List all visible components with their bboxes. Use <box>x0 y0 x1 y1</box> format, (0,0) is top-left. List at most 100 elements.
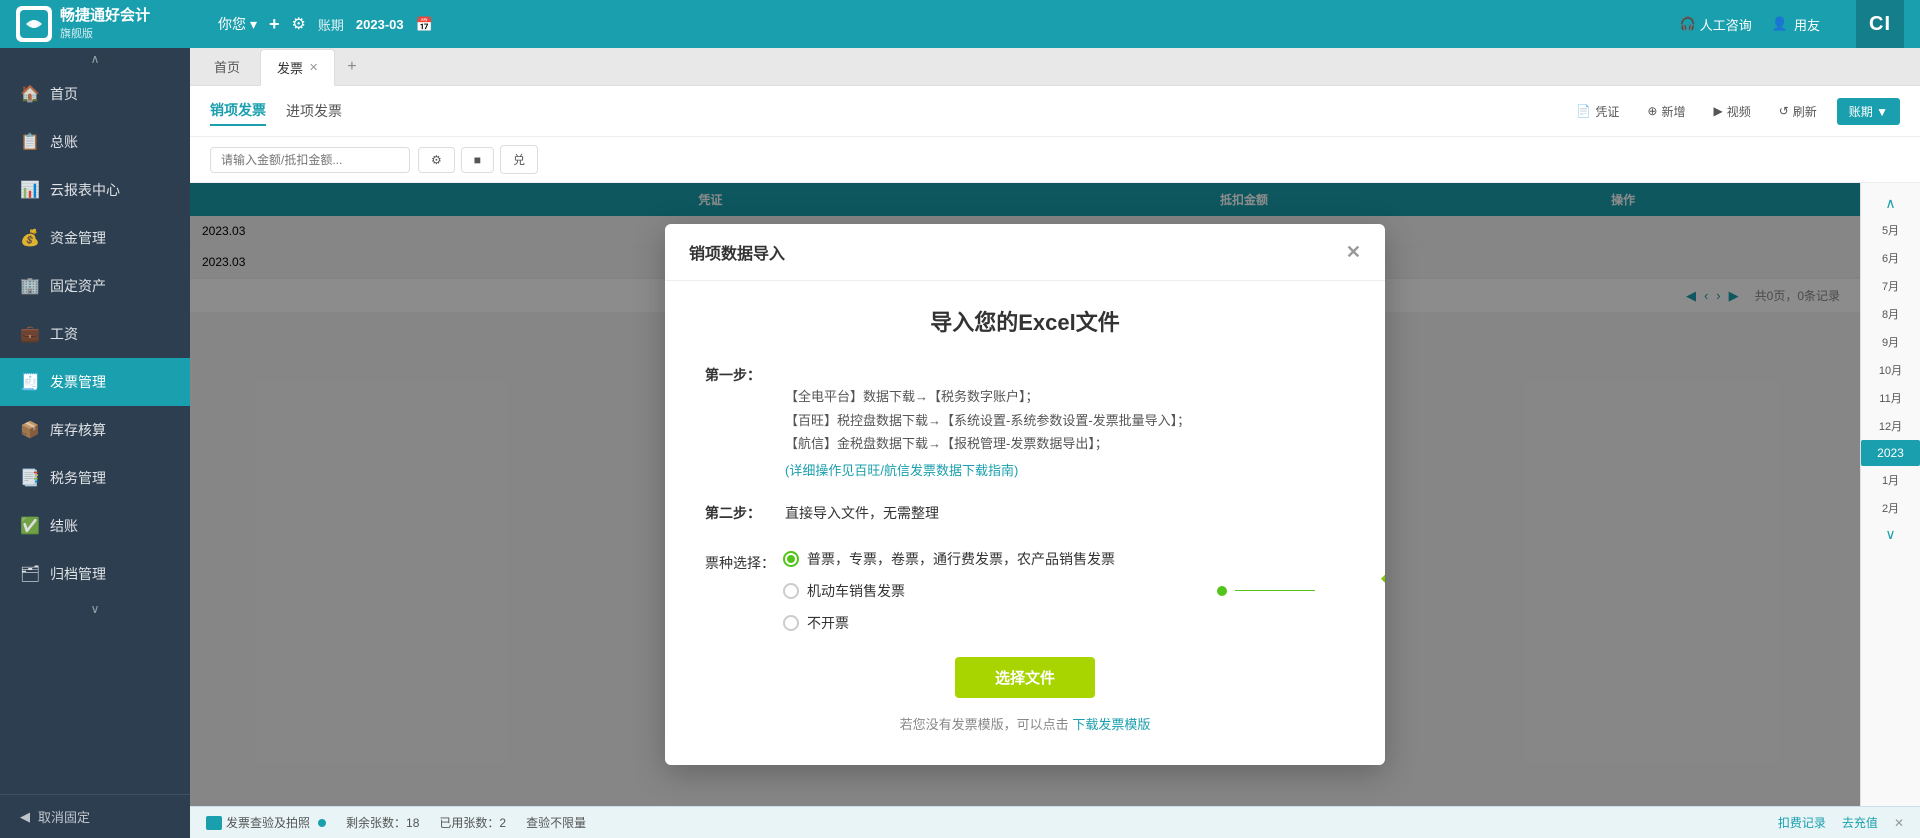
sidebar-item-ledger[interactable]: 📋 总账 <box>0 118 190 166</box>
calendar-icon[interactable]: 📅 <box>416 16 433 33</box>
nav-purchase-invoice[interactable]: 进项发票 <box>286 97 342 125</box>
timeline-may[interactable]: 5月 <box>1861 216 1920 244</box>
modal-footer: 若您没有发票模版，可以点击 下载发票模版 <box>705 714 1345 733</box>
sidebar-label-fund: 资金管理 <box>50 228 106 248</box>
sidebar-item-assets[interactable]: 🏢 固定资产 <box>0 262 190 310</box>
timeline-jun[interactable]: 6月 <box>1861 244 1920 272</box>
tax-icon: 📑 <box>20 468 40 488</box>
timeline-feb[interactable]: 2月 <box>1861 494 1920 522</box>
company-selector[interactable]: 你您 ▾ <box>218 14 257 34</box>
main-content: 首页 发票 ✕ + 销项发票 进项发票 📄 凭证 <box>190 48 1920 838</box>
sidebar-item-invoice[interactable]: 🧾 发票管理 <box>0 358 190 406</box>
invoice-icon: 🧾 <box>20 372 40 392</box>
timeline-oct[interactable]: 10月 <box>1861 356 1920 384</box>
square-btn[interactable]: ■ <box>461 147 494 173</box>
tab-invoice[interactable]: 发票 ✕ <box>260 49 335 86</box>
ticket-label: 票种选择： <box>705 549 775 573</box>
modal-title-text: 销项数据导入 <box>689 240 785 264</box>
user-area[interactable]: 👤 用友 <box>1772 15 1820 34</box>
sidebar-item-inventory[interactable]: 📦 库存核算 <box>0 406 190 454</box>
consult-button[interactable]: 🎧 人工咨询 <box>1680 15 1752 34</box>
top-bar-right: 🎧 人工咨询 👤 用友 CI <box>1680 0 1904 48</box>
radio-option-1[interactable]: 普票，专票，卷票，通行费发票，农产品销售发票 <box>783 549 1115 569</box>
tab-bar: 首页 发票 ✕ + <box>190 48 1920 86</box>
status-limit: 查验不限量 <box>526 814 586 831</box>
timeline-dec[interactable]: 12月 <box>1861 412 1920 440</box>
period-btn[interactable]: 账期 ▼ <box>1837 98 1900 125</box>
add-button[interactable]: + <box>269 14 280 35</box>
footer-text: 若您没有发票模版，可以点击 <box>900 717 1069 732</box>
select-btn[interactable]: 兑 <box>500 145 538 174</box>
sidebar-cancel-fixed[interactable]: ◀ 取消固定 <box>0 794 190 838</box>
sidebar-scroll-up[interactable]: ∧ <box>0 48 190 70</box>
status-bar: 发票查验及拍照 剩余张数：18 已用张数：2 查验不限量 扣费记录 去充值 ✕ <box>190 806 1920 838</box>
app-name: 畅捷通好会计 <box>60 7 150 25</box>
add-button-toolbar[interactable]: ⊕ 新增 <box>1639 99 1693 124</box>
sidebar-item-closing[interactable]: ✅ 结账 <box>0 502 190 550</box>
step1-row: 第一步： 【全电平台】数据下载→【税务数字账户】； 【百旺】税控盘数据下载→【系… <box>705 365 1345 483</box>
refresh-button[interactable]: ↺ 刷新 <box>1771 99 1825 124</box>
user-icon: 👤 <box>1772 16 1788 32</box>
ticket-status-icon <box>206 816 222 830</box>
recharge-link[interactable]: 去充值 <box>1842 814 1878 831</box>
download-template-link[interactable]: 下载发票模版 <box>1072 717 1150 732</box>
modal-close-btn[interactable]: ✕ <box>1346 242 1361 263</box>
timeline-scroll-up[interactable]: ∧ <box>1881 191 1899 216</box>
tab-add-button[interactable]: + <box>339 58 364 76</box>
limit-label: 查验不限量 <box>526 814 586 831</box>
sidebar-label-archive: 归档管理 <box>50 564 106 584</box>
status-close-btn[interactable]: ✕ <box>1894 816 1904 830</box>
radio-option-2[interactable]: 机动车销售发票 <box>783 581 1115 601</box>
timeline-nov[interactable]: 11月 <box>1861 384 1920 412</box>
radio-option-3[interactable]: 不开票 <box>783 613 1115 633</box>
sidebar-label-invoice: 发票管理 <box>50 372 106 392</box>
search-bar: ⚙ ■ 兑 <box>190 137 1920 183</box>
status-used: 已用张数：2 <box>439 814 506 831</box>
tab-home[interactable]: 首页 <box>198 49 256 84</box>
settings-icon[interactable]: ⚙ <box>292 14 306 34</box>
used-label: 已用张数：2 <box>439 814 506 831</box>
sidebar-item-fund[interactable]: 💰 资金管理 <box>0 214 190 262</box>
sidebar-item-archive[interactable]: 🗂 归档管理 <box>0 550 190 598</box>
cert-button[interactable]: 📄 凭证 <box>1568 99 1627 124</box>
timeline-sep[interactable]: 9月 <box>1861 328 1920 356</box>
tab-close-invoice[interactable]: ✕ <box>309 61 318 74</box>
report-icon: 📊 <box>20 180 40 200</box>
timeline-jul[interactable]: 7月 <box>1861 272 1920 300</box>
sidebar-label-closing: 结账 <box>50 516 78 536</box>
step2-label: 第二步： <box>705 503 761 523</box>
nav-sales-invoice[interactable]: 销项发票 <box>210 96 266 126</box>
radio-label-2: 机动车销售发票 <box>807 581 905 601</box>
timeline-scroll-down[interactable]: ∨ <box>1881 522 1899 547</box>
ticket-status-label: 发票查验及拍照 <box>226 814 310 831</box>
archive-icon: 🗂 <box>20 564 40 584</box>
timeline-jan[interactable]: 1月 <box>1861 466 1920 494</box>
timeline-bar: ∧ 5月 6月 7月 8月 9月 10月 11月 12月 2023 1月 2月 … <box>1860 183 1920 806</box>
sidebar-item-home[interactable]: 🏠 首页 <box>0 70 190 118</box>
sidebar: ∧ 🏠 首页 📋 总账 📊 云报表中心 💰 资金管理 🏢 固定资产 💼 工资 🧾… <box>0 48 190 838</box>
table-action-btns: ⚙ ■ 兑 <box>418 145 538 174</box>
timeline-year[interactable]: 2023 <box>1861 440 1920 466</box>
sidebar-item-report[interactable]: 📊 云报表中心 <box>0 166 190 214</box>
sidebar-label-inventory: 库存核算 <box>50 420 106 440</box>
sidebar-item-salary[interactable]: 💼 工资 <box>0 310 190 358</box>
deduction-link[interactable]: 扣费记录 <box>1778 814 1826 831</box>
sidebar-label-assets: 固定资产 <box>50 276 106 296</box>
sidebar-label-ledger: 总账 <box>50 132 78 152</box>
add-label: 新增 <box>1661 103 1685 120</box>
settings-row-btn[interactable]: ⚙ <box>418 147 455 173</box>
guide-link[interactable]: (详细操作见百旺/航信发票数据下载指南) <box>785 463 1018 478</box>
timeline-aug[interactable]: 8月 <box>1861 300 1920 328</box>
page-inner: 销项发票 进项发票 📄 凭证 ⊕ 新增 ▶ 视频 <box>190 86 1920 838</box>
radio-group: 普票，专票，卷票，通行费发票，农产品销售发票 机动车销售发票 <box>783 549 1115 633</box>
search-input[interactable] <box>210 147 410 173</box>
company-dropdown-icon[interactable]: ▾ <box>250 16 257 33</box>
ticket-type-row: 票种选择： 普票，专票，卷票，通行费发票，农产品销售发票 <box>705 549 1345 633</box>
sidebar-item-tax[interactable]: 📑 税务管理 <box>0 454 190 502</box>
step1-line2: 【百旺】税控盘数据下载→【系统设置-系统参数设置-发票批量导入】； <box>785 409 1345 432</box>
video-button[interactable]: ▶ 视频 <box>1705 99 1758 124</box>
sidebar-scroll-down[interactable]: ∨ <box>0 598 190 620</box>
modal-body: 导入您的Excel文件 第一步： 【全电平台】数据下载→【税务数字账户】； 【百… <box>665 281 1385 765</box>
select-file-btn[interactable]: 选择文件 <box>955 657 1095 698</box>
fund-icon: 💰 <box>20 228 40 248</box>
